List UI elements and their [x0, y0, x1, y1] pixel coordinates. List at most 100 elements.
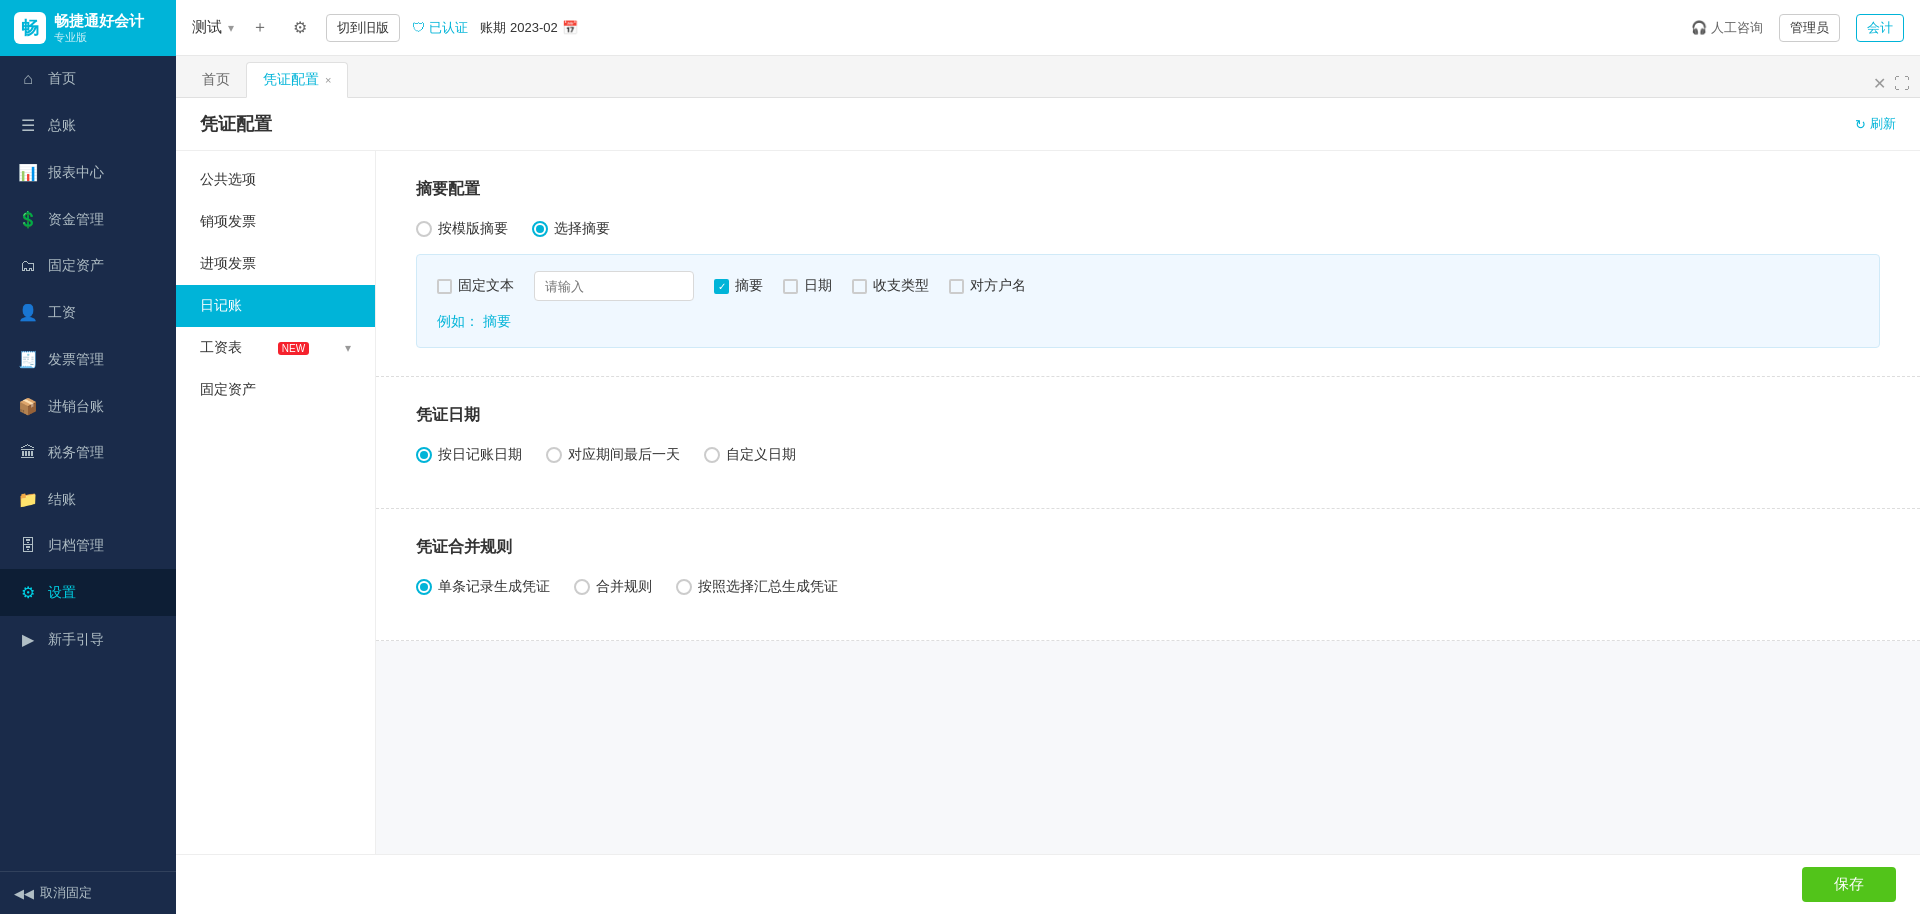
- sidebar-item-label: 设置: [48, 584, 76, 602]
- period-value: 2023-02: [510, 20, 558, 35]
- switch-version-button[interactable]: 切到旧版: [326, 14, 400, 42]
- left-menu-item-fixed-assets[interactable]: 固定资产: [176, 369, 375, 411]
- checkbox-counterpart[interactable]: 对方户名: [949, 277, 1026, 295]
- sidebar-item-cash[interactable]: 💲 资金管理: [0, 196, 176, 243]
- sidebar-item-salary[interactable]: 👤 工资: [0, 289, 176, 336]
- new-badge: NEW: [278, 342, 309, 355]
- checkbox-summary[interactable]: ✓ 摘要: [714, 277, 763, 295]
- cash-icon: 💲: [18, 210, 38, 229]
- company-name: 测试: [192, 18, 222, 37]
- page-body: 公共选项 销项发票 进项发票 日记账 工资表 NEW ▾ 固定资产 摘要配置: [176, 151, 1920, 854]
- assets-icon: 🗂: [18, 257, 38, 275]
- sidebar-item-label: 固定资产: [48, 257, 104, 275]
- sidebar-item-settings[interactable]: ⚙ 设置: [0, 569, 176, 616]
- main-area: 测试 ▾ ＋ ⚙ 切到旧版 🛡 已认证 账期 2023-02 📅 🎧 人工咨询 …: [176, 0, 1920, 914]
- left-menu-item-purchase-invoice[interactable]: 进项发票: [176, 243, 375, 285]
- left-menu-item-payroll[interactable]: 工资表 NEW ▾: [176, 327, 375, 369]
- radio-single[interactable]: 单条记录生成凭证: [416, 578, 550, 596]
- sidebar-item-archive[interactable]: 🗄 归档管理: [0, 523, 176, 569]
- left-menu-item-public[interactable]: 公共选项: [176, 159, 375, 201]
- certified-label: 已认证: [429, 19, 468, 37]
- sidebar-item-tax[interactable]: 🏛 税务管理: [0, 430, 176, 476]
- by-date-circle: [416, 447, 432, 463]
- sidebar-item-label: 结账: [48, 491, 76, 509]
- sidebar-item-label: 报表中心: [48, 164, 104, 182]
- sales-icon: 📦: [18, 397, 38, 416]
- logo-sub: 专业版: [54, 30, 144, 45]
- tab-config[interactable]: 凭证配置 ×: [246, 62, 348, 98]
- period-info: 账期 2023-02 📅: [480, 19, 578, 37]
- sidebar-pin-toggle[interactable]: ◀◀ 取消固定: [0, 871, 176, 914]
- sidebar-item-ledger[interactable]: ☰ 总账: [0, 102, 176, 149]
- summary-label: 摘要: [735, 277, 763, 295]
- settings-gear-button[interactable]: ⚙: [286, 14, 314, 42]
- save-button[interactable]: 保存: [1802, 867, 1896, 902]
- close-tab-button[interactable]: ✕: [1873, 74, 1886, 93]
- summary-gen-label: 按照选择汇总生成凭证: [698, 578, 838, 596]
- checkbox-pay-type[interactable]: 收支类型: [852, 277, 929, 295]
- sidebar-item-close[interactable]: 📁 结账: [0, 476, 176, 523]
- merge-section-title: 凭证合并规则: [416, 537, 1880, 558]
- tabbar: 首页 凭证配置 × ✕ ⛶: [176, 56, 1920, 98]
- support-button[interactable]: 🎧 人工咨询: [1691, 19, 1763, 37]
- single-circle: [416, 579, 432, 595]
- merge-rules-label: 合并规则: [596, 578, 652, 596]
- radio-template[interactable]: 按模版摘要: [416, 220, 508, 238]
- invoice-icon: 🧾: [18, 350, 38, 369]
- sidebar-item-label: 归档管理: [48, 537, 104, 555]
- sidebar-item-assets[interactable]: 🗂 固定资产: [0, 243, 176, 289]
- sidebar-item-guide[interactable]: ▶ 新手引导: [0, 616, 176, 663]
- tab-home[interactable]: 首页: [186, 63, 246, 97]
- tab-config-label: 凭证配置: [263, 71, 319, 89]
- sidebar-logo: 畅 畅捷通好会计 专业版: [0, 0, 176, 56]
- sidebar-item-sales[interactable]: 📦 进销台账: [0, 383, 176, 430]
- company-selector[interactable]: 测试 ▾: [192, 18, 234, 37]
- add-button[interactable]: ＋: [246, 14, 274, 42]
- counterpart-checkbox: [949, 279, 964, 294]
- radio-select[interactable]: 选择摘要: [532, 220, 610, 238]
- date-checkbox: [783, 279, 798, 294]
- sidebar-item-invoice[interactable]: 🧾 发票管理: [0, 336, 176, 383]
- sidebar-item-label: 税务管理: [48, 444, 104, 462]
- left-menu-item-sales-invoice[interactable]: 销项发票: [176, 201, 375, 243]
- date-section-title: 凭证日期: [416, 405, 1880, 426]
- tab-close-icon[interactable]: ×: [325, 74, 331, 86]
- radio-template-label: 按模版摘要: [438, 220, 508, 238]
- role-button[interactable]: 会计: [1856, 14, 1904, 42]
- summary-section: 摘要配置 按模版摘要 选择摘要: [376, 151, 1920, 377]
- sidebar-nav: ⌂ 首页 ☰ 总账 📊 报表中心 💲 资金管理 🗂 固定资产 👤 工资 🧾 发票…: [0, 56, 176, 871]
- radio-summary-gen[interactable]: 按照选择汇总生成凭证: [676, 578, 838, 596]
- left-menu-item-journal[interactable]: 日记账: [176, 285, 375, 327]
- sidebar-item-label: 工资: [48, 304, 76, 322]
- radio-by-date[interactable]: 按日记账日期: [416, 446, 522, 464]
- radio-template-circle: [416, 221, 432, 237]
- expand-button[interactable]: ⛶: [1894, 75, 1910, 93]
- radio-merge-rules[interactable]: 合并规则: [574, 578, 652, 596]
- custom-date-circle: [704, 447, 720, 463]
- checkbox-fixed-text[interactable]: 固定文本: [437, 277, 514, 295]
- last-day-circle: [546, 447, 562, 463]
- sidebar-item-reports[interactable]: 📊 报表中心: [0, 149, 176, 196]
- fixed-text-input[interactable]: [534, 271, 694, 301]
- merge-section: 凭证合并规则 单条记录生成凭证 合并规则 按照选择汇总生成凭证: [376, 509, 1920, 641]
- tabbar-actions: ✕ ⛶: [1873, 74, 1910, 97]
- tab-home-label: 首页: [202, 71, 230, 89]
- refresh-button[interactable]: ↻ 刷新: [1855, 115, 1896, 133]
- radio-custom-date[interactable]: 自定义日期: [704, 446, 796, 464]
- page-header-actions: ↻ 刷新: [1855, 115, 1896, 147]
- example-text: 例如： 摘要: [437, 313, 1859, 331]
- topbar: 测试 ▾ ＋ ⚙ 切到旧版 🛡 已认证 账期 2023-02 📅 🎧 人工咨询 …: [176, 0, 1920, 56]
- reports-icon: 📊: [18, 163, 38, 182]
- summary-checkbox: ✓: [714, 279, 729, 294]
- pin-icon: ◀◀: [14, 886, 34, 901]
- user-button[interactable]: 管理员: [1779, 14, 1840, 42]
- radio-last-day[interactable]: 对应期间最后一天: [546, 446, 680, 464]
- calendar-icon[interactable]: 📅: [562, 20, 578, 35]
- sidebar-item-home[interactable]: ⌂ 首页: [0, 56, 176, 102]
- sidebar-item-label: 首页: [48, 70, 76, 88]
- radio-select-circle: [532, 221, 548, 237]
- checkbox-date[interactable]: 日期: [783, 277, 832, 295]
- left-menu: 公共选项 销项发票 进项发票 日记账 工资表 NEW ▾ 固定资产: [176, 151, 376, 854]
- fixed-text-label: 固定文本: [458, 277, 514, 295]
- salary-icon: 👤: [18, 303, 38, 322]
